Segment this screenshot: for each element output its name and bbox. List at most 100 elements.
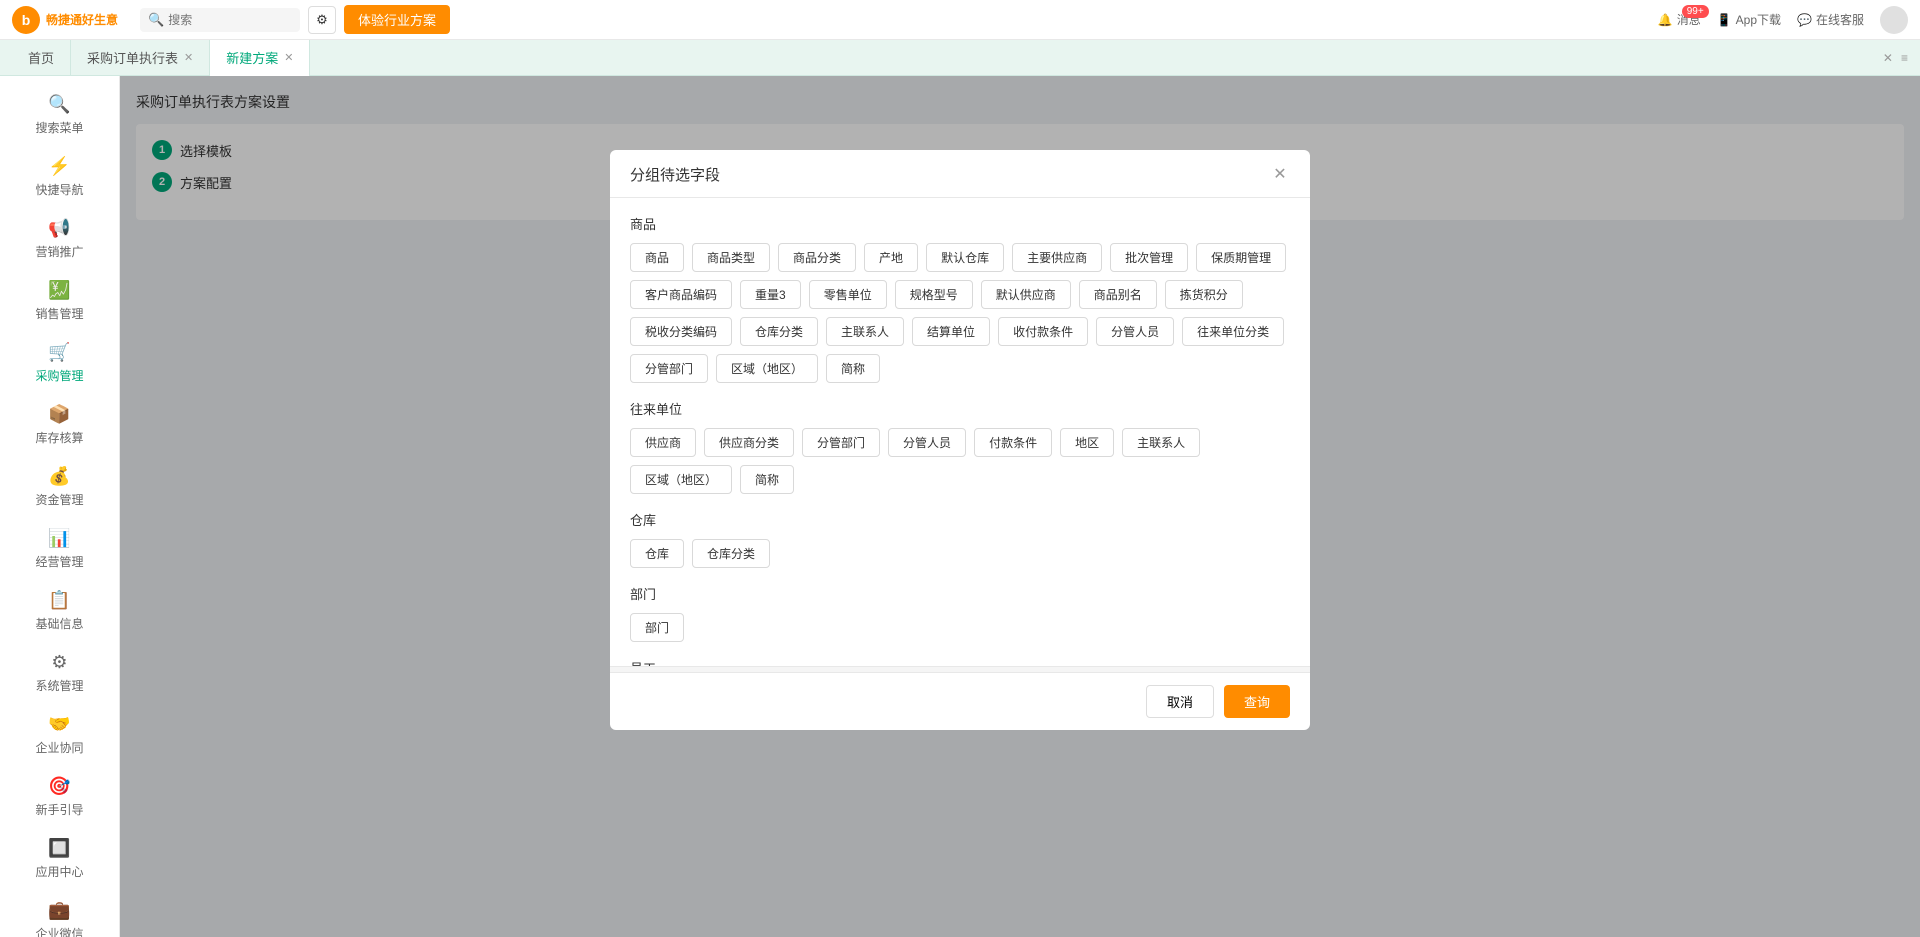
app-label: App下载: [1736, 11, 1781, 28]
field-settlement-unit[interactable]: 结算单位: [912, 317, 990, 346]
modal-horizontal-scrollbar[interactable]: [610, 666, 1310, 672]
tab-new-plan-label: 新建方案: [226, 48, 278, 67]
section-employee: 员工 业务员: [630, 658, 1290, 666]
nav-app-download[interactable]: 📱 App下载: [1717, 11, 1781, 28]
purchase-icon: 🛒: [48, 342, 70, 363]
sidebar-item-basic-info[interactable]: 📋 基础信息: [0, 580, 119, 642]
sidebar-item-system[interactable]: ⚙ 系统管理: [0, 642, 119, 704]
experience-btn[interactable]: 体验行业方案: [344, 5, 450, 34]
sidebar-item-label: 采购管理: [35, 367, 83, 384]
tab-bar: 首页 采购订单执行表 ✕ 新建方案 ✕ ✕ ≡: [0, 40, 1920, 76]
field-payment-terms[interactable]: 收付款条件: [998, 317, 1088, 346]
field-contact-c[interactable]: 主联系人: [1122, 428, 1200, 457]
nav-online-service[interactable]: 💬 在线客服: [1797, 11, 1864, 28]
section-warehouse-title: 仓库: [630, 510, 1290, 529]
field-short-name[interactable]: 简称: [826, 354, 880, 383]
section-department: 部门 部门: [630, 584, 1290, 642]
confirm-button[interactable]: 查询: [1224, 685, 1290, 718]
field-dept[interactable]: 部门: [630, 613, 684, 642]
field-product[interactable]: 商品: [630, 243, 684, 272]
app-center-icon: 🔲: [48, 838, 70, 859]
field-warehouse[interactable]: 仓库: [630, 539, 684, 568]
header-search-box[interactable]: 🔍: [140, 8, 300, 32]
field-expiry-mgmt[interactable]: 保质期管理: [1196, 243, 1286, 272]
modal-header: 分组待选字段 ✕: [610, 150, 1310, 198]
field-default-supplier[interactable]: 默认供应商: [981, 280, 1071, 309]
field-dept-supervisor[interactable]: 分管部门: [630, 354, 708, 383]
message-icon: 🔔: [1658, 13, 1673, 27]
field-supplier-category[interactable]: 供应商分类: [704, 428, 794, 457]
sidebar-item-sales[interactable]: 💹 销售管理: [0, 270, 119, 332]
field-region[interactable]: 区域（地区）: [716, 354, 818, 383]
field-main-supplier[interactable]: 主要供应商: [1012, 243, 1102, 272]
basic-info-icon: 📋: [48, 590, 70, 611]
field-product-alias[interactable]: 商品别名: [1079, 280, 1157, 309]
field-main-contact[interactable]: 主联系人: [826, 317, 904, 346]
field-origin[interactable]: 产地: [864, 243, 918, 272]
field-spec-model[interactable]: 规格型号: [895, 280, 973, 309]
field-person-c[interactable]: 分管人员: [888, 428, 966, 457]
field-tax-code[interactable]: 税收分类编码: [630, 317, 732, 346]
field-warehouse-cat[interactable]: 仓库分类: [692, 539, 770, 568]
search-input[interactable]: [168, 13, 292, 27]
field-weight3[interactable]: 重量3: [740, 280, 801, 309]
field-supplier[interactable]: 供应商: [630, 428, 696, 457]
sidebar-item-search[interactable]: 🔍 搜索菜单: [0, 84, 119, 146]
field-supervisor[interactable]: 分管人员: [1096, 317, 1174, 346]
sidebar-item-label: 销售管理: [35, 305, 83, 322]
field-short-c[interactable]: 简称: [740, 465, 794, 494]
tab-close-all[interactable]: ✕: [1883, 51, 1893, 65]
tab-new-plan-close[interactable]: ✕: [284, 51, 293, 64]
nav-message[interactable]: 🔔 99+ 消息: [1658, 11, 1701, 28]
search-icon: 🔍: [148, 12, 164, 28]
sidebar-item-inventory[interactable]: 📦 库存核算: [0, 394, 119, 456]
field-region-c[interactable]: 区域（地区）: [630, 465, 732, 494]
tab-purchase-order[interactable]: 采购订单执行表 ✕: [71, 40, 210, 76]
user-avatar[interactable]: [1880, 6, 1908, 34]
field-product-type[interactable]: 商品类型: [692, 243, 770, 272]
field-area-c[interactable]: 地区: [1060, 428, 1114, 457]
tab-new-plan[interactable]: 新建方案 ✕: [210, 40, 310, 76]
tab-menu-icon[interactable]: ≡: [1901, 51, 1908, 65]
cancel-button[interactable]: 取消: [1146, 685, 1214, 718]
sidebar-item-management[interactable]: 📊 经营管理: [0, 518, 119, 580]
section-counterpart-title: 往来单位: [630, 399, 1290, 418]
sidebar-item-marketing[interactable]: 📢 营销推广: [0, 208, 119, 270]
enterprise-icon: 🤝: [48, 714, 70, 735]
sidebar-item-label: 系统管理: [35, 677, 83, 694]
field-payment-c[interactable]: 付款条件: [974, 428, 1052, 457]
inventory-icon: 📦: [48, 404, 70, 425]
header-btn-group: ⚙ 体验行业方案: [308, 5, 450, 34]
sidebar-item-label: 企业协同: [35, 739, 83, 756]
system-icon: ⚙: [51, 652, 67, 673]
gear-button[interactable]: ⚙: [308, 6, 336, 34]
modal-title: 分组待选字段: [630, 164, 720, 185]
field-pick-points[interactable]: 拣货积分: [1165, 280, 1243, 309]
field-batch-mgmt[interactable]: 批次管理: [1110, 243, 1188, 272]
modal-close-button[interactable]: ✕: [1270, 164, 1290, 184]
management-icon: 📊: [48, 528, 70, 549]
field-dept-c[interactable]: 分管部门: [802, 428, 880, 457]
field-product-category[interactable]: 商品分类: [778, 243, 856, 272]
sidebar-item-finance[interactable]: 💰 资金管理: [0, 456, 119, 518]
tab-home[interactable]: 首页: [12, 40, 71, 76]
field-customer-code[interactable]: 客户商品编码: [630, 280, 732, 309]
field-warehouse-category[interactable]: 仓库分类: [740, 317, 818, 346]
sidebar-item-quick-nav[interactable]: ⚡ 快捷导航: [0, 146, 119, 208]
field-counterpart-category[interactable]: 往来单位分类: [1182, 317, 1284, 346]
sidebar-item-enterprise[interactable]: 🤝 企业协同: [0, 704, 119, 766]
gear-icon: ⚙: [316, 12, 328, 28]
search-menu-icon: 🔍: [48, 94, 70, 115]
sidebar-item-app-center[interactable]: 🔲 应用中心: [0, 828, 119, 890]
field-retail-unit[interactable]: 零售单位: [809, 280, 887, 309]
sidebar-item-label: 经营管理: [35, 553, 83, 570]
tab-purchase-close[interactable]: ✕: [184, 51, 193, 64]
sidebar-item-wechat[interactable]: 💼 企业微信: [0, 890, 119, 937]
tab-home-label: 首页: [28, 48, 54, 67]
service-label: 在线客服: [1816, 11, 1864, 28]
modal-footer: 取消 查询: [610, 672, 1310, 730]
sidebar-item-purchase[interactable]: 🛒 采购管理: [0, 332, 119, 394]
field-default-warehouse[interactable]: 默认仓库: [926, 243, 1004, 272]
logo-text: 畅捷通好生意: [46, 11, 118, 28]
sidebar-item-guide[interactable]: 🎯 新手引导: [0, 766, 119, 828]
